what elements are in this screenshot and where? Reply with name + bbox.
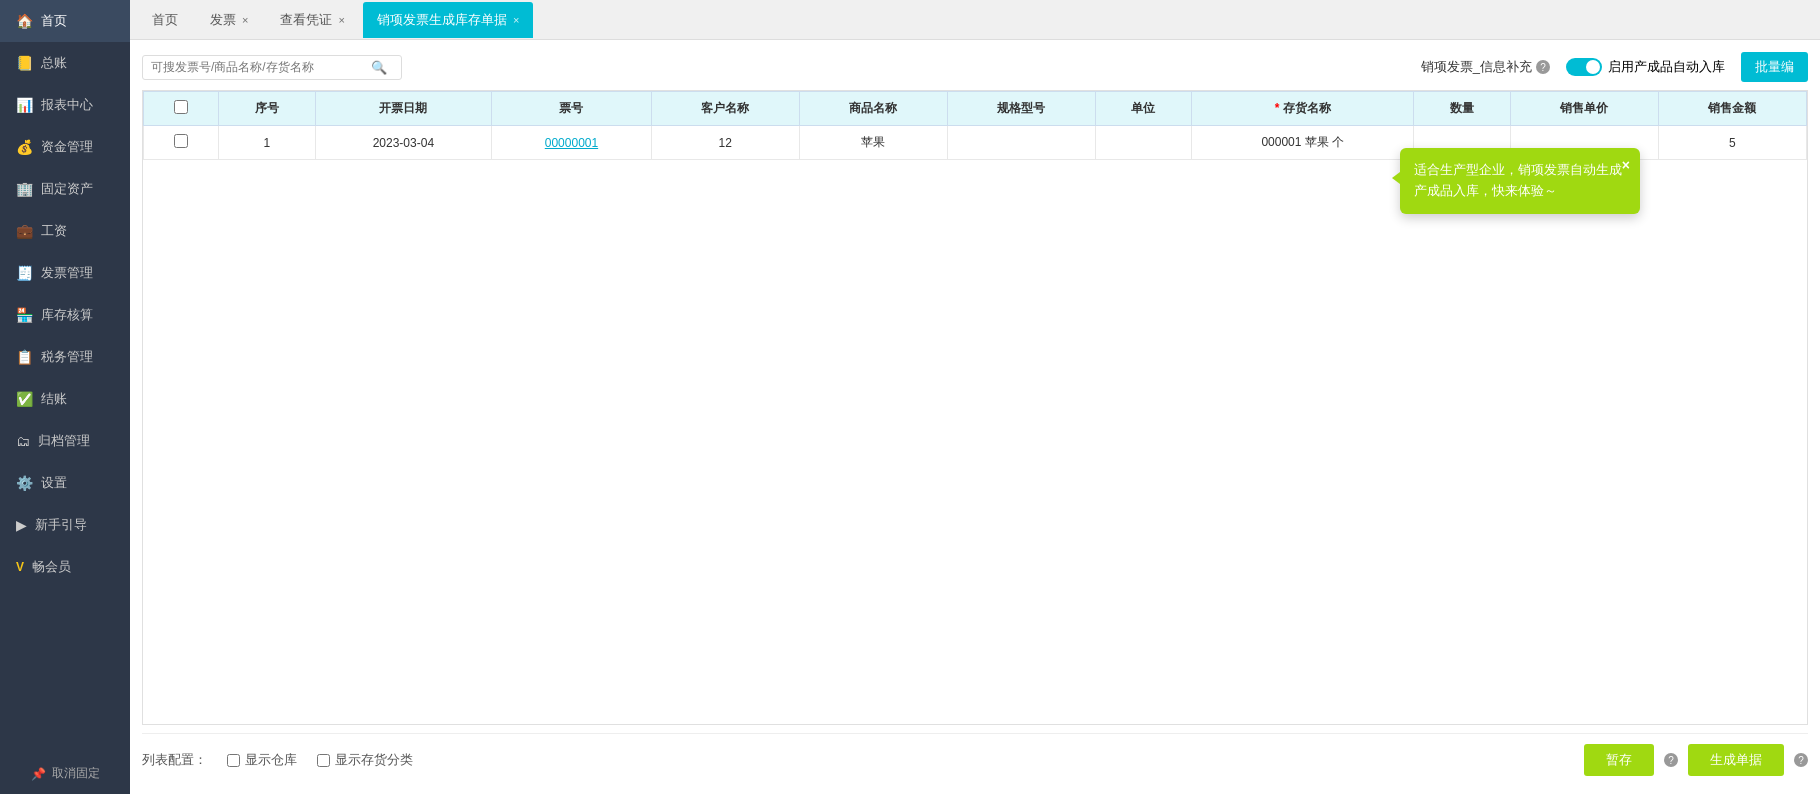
th-date: 开票日期: [315, 92, 492, 126]
settings-icon: ⚙️: [16, 475, 33, 491]
td-checkbox: [144, 126, 219, 160]
batch-button[interactable]: 批量编: [1741, 52, 1808, 82]
ledger-icon: 📒: [16, 55, 33, 71]
show-category-checkbox[interactable]: [317, 754, 330, 767]
toggle-knob: [1586, 60, 1600, 74]
td-amount: 5: [1658, 126, 1806, 160]
tab-voucher[interactable]: 查看凭证 ×: [266, 2, 358, 38]
tab-main[interactable]: 销项发票生成库存单据 ×: [363, 2, 533, 38]
sidebar-item-assets[interactable]: 🏢 固定资产: [0, 168, 130, 210]
th-product: 商品名称: [799, 92, 947, 126]
info-label: 销项发票_信息补充 ?: [1421, 58, 1550, 76]
th-unit: 单位: [1095, 92, 1191, 126]
show-warehouse-wrap: 显示仓库: [227, 751, 297, 769]
sidebar-item-inventory[interactable]: 🏪 库存核算: [0, 294, 130, 336]
show-warehouse-checkbox[interactable]: [227, 754, 240, 767]
sidebar-item-guide[interactable]: ▶ 新手引导: [0, 504, 130, 546]
td-customer: 12: [651, 126, 799, 160]
tab-bar: 首页 发票 × 查看凭证 × 销项发票生成库存单据 ×: [130, 0, 1820, 40]
settlement-icon: ✅: [16, 391, 33, 407]
toolbar: 🔍 销项发票_信息补充 ? 启用产成品自动入库 批量编: [142, 52, 1808, 82]
row-checkbox[interactable]: [174, 134, 188, 148]
tooltip-box: × 适合生产型企业，销项发票自动生成产成品入库，快来体验～: [1400, 148, 1640, 214]
sidebar-item-settlement[interactable]: ✅ 结账: [0, 378, 130, 420]
tab-invoice-close[interactable]: ×: [242, 14, 248, 26]
save-button[interactable]: 暂存: [1584, 744, 1654, 776]
sidebar-item-salary[interactable]: 💼 工资: [0, 210, 130, 252]
td-seq: 1: [219, 126, 315, 160]
td-unit: [1095, 126, 1191, 160]
archive-icon: 🗂: [16, 433, 30, 449]
show-category-wrap: 显示存货分类: [317, 751, 413, 769]
sidebar-item-report[interactable]: 📊 报表中心: [0, 84, 130, 126]
inventory-icon: 🏪: [16, 307, 33, 323]
cancel-pin-btn[interactable]: 📌 取消固定: [0, 757, 130, 790]
sidebar-item-invoice-mgr[interactable]: 🧾 发票管理: [0, 252, 130, 294]
sidebar: 🏠 首页 📒 总账 📊 报表中心 💰 资金管理 🏢 固定资产 💼 工资 🧾 发票…: [0, 0, 130, 794]
td-product: 苹果: [799, 126, 947, 160]
th-checkbox: [144, 92, 219, 126]
bottom-bar: 列表配置： 显示仓库 显示存货分类 暂存 ? 生成单据 ?: [142, 733, 1808, 782]
cancel-pin-icon: 📌: [31, 767, 46, 781]
report-icon: 📊: [16, 97, 33, 113]
th-stock-name: 存货名称: [1192, 92, 1414, 126]
sidebar-item-capital[interactable]: 💰 资金管理: [0, 126, 130, 168]
main-area: 首页 发票 × 查看凭证 × 销项发票生成库存单据 × 🔍 销项发票_信息补充: [130, 0, 1820, 794]
info-icon[interactable]: ?: [1536, 60, 1550, 74]
sidebar-item-archive[interactable]: 🗂 归档管理: [0, 420, 130, 462]
toolbar-right: 销项发票_信息补充 ? 启用产成品自动入库 批量编: [1421, 52, 1808, 82]
sidebar-item-home[interactable]: 🏠 首页: [0, 0, 130, 42]
guide-icon: ▶: [16, 517, 27, 533]
tooltip-close[interactable]: ×: [1622, 154, 1630, 176]
tab-voucher-close[interactable]: ×: [338, 14, 344, 26]
th-amount: 销售金额: [1658, 92, 1806, 126]
th-unit-price: 销售单价: [1510, 92, 1658, 126]
tab-main-close[interactable]: ×: [513, 14, 519, 26]
sidebar-item-ledger[interactable]: 📒 总账: [0, 42, 130, 84]
tab-invoice[interactable]: 发票 ×: [196, 2, 262, 38]
save-help-icon[interactable]: ?: [1664, 753, 1678, 767]
search-input[interactable]: [151, 60, 371, 74]
sidebar-item-tax[interactable]: 📋 税务管理: [0, 336, 130, 378]
select-all-checkbox[interactable]: [174, 100, 188, 114]
gen-button[interactable]: 生成单据: [1688, 744, 1784, 776]
salary-icon: 💼: [16, 223, 33, 239]
bottom-actions: 暂存 ? 生成单据 ?: [1584, 744, 1808, 776]
td-ticket-no[interactable]: 00000001: [492, 126, 652, 160]
td-spec: [947, 126, 1095, 160]
td-stock-name: 000001 苹果 个: [1192, 126, 1414, 160]
vip-icon: V: [16, 560, 24, 574]
th-qty: 数量: [1414, 92, 1510, 126]
th-spec: 规格型号: [947, 92, 1095, 126]
th-customer: 客户名称: [651, 92, 799, 126]
search-box[interactable]: 🔍: [142, 55, 402, 80]
sidebar-item-settings[interactable]: ⚙️ 设置: [0, 462, 130, 504]
home-icon: 🏠: [16, 13, 33, 29]
assets-icon: 🏢: [16, 181, 33, 197]
th-seq: 序号: [219, 92, 315, 126]
toggle-wrap: 启用产成品自动入库: [1566, 58, 1725, 76]
tax-icon: 📋: [16, 349, 33, 365]
auto-warehouse-toggle[interactable]: [1566, 58, 1602, 76]
td-date: 2023-03-04: [315, 126, 492, 160]
gen-help-icon[interactable]: ?: [1794, 753, 1808, 767]
th-ticket-no: 票号: [492, 92, 652, 126]
capital-icon: 💰: [16, 139, 33, 155]
content-area: 🔍 销项发票_信息补充 ? 启用产成品自动入库 批量编: [130, 40, 1820, 794]
sidebar-item-vip[interactable]: V 畅会员: [0, 546, 130, 588]
tab-home[interactable]: 首页: [138, 2, 192, 38]
list-config-label: 列表配置：: [142, 751, 207, 769]
invoice-mgr-icon: 🧾: [16, 265, 33, 281]
search-icon: 🔍: [371, 60, 387, 75]
